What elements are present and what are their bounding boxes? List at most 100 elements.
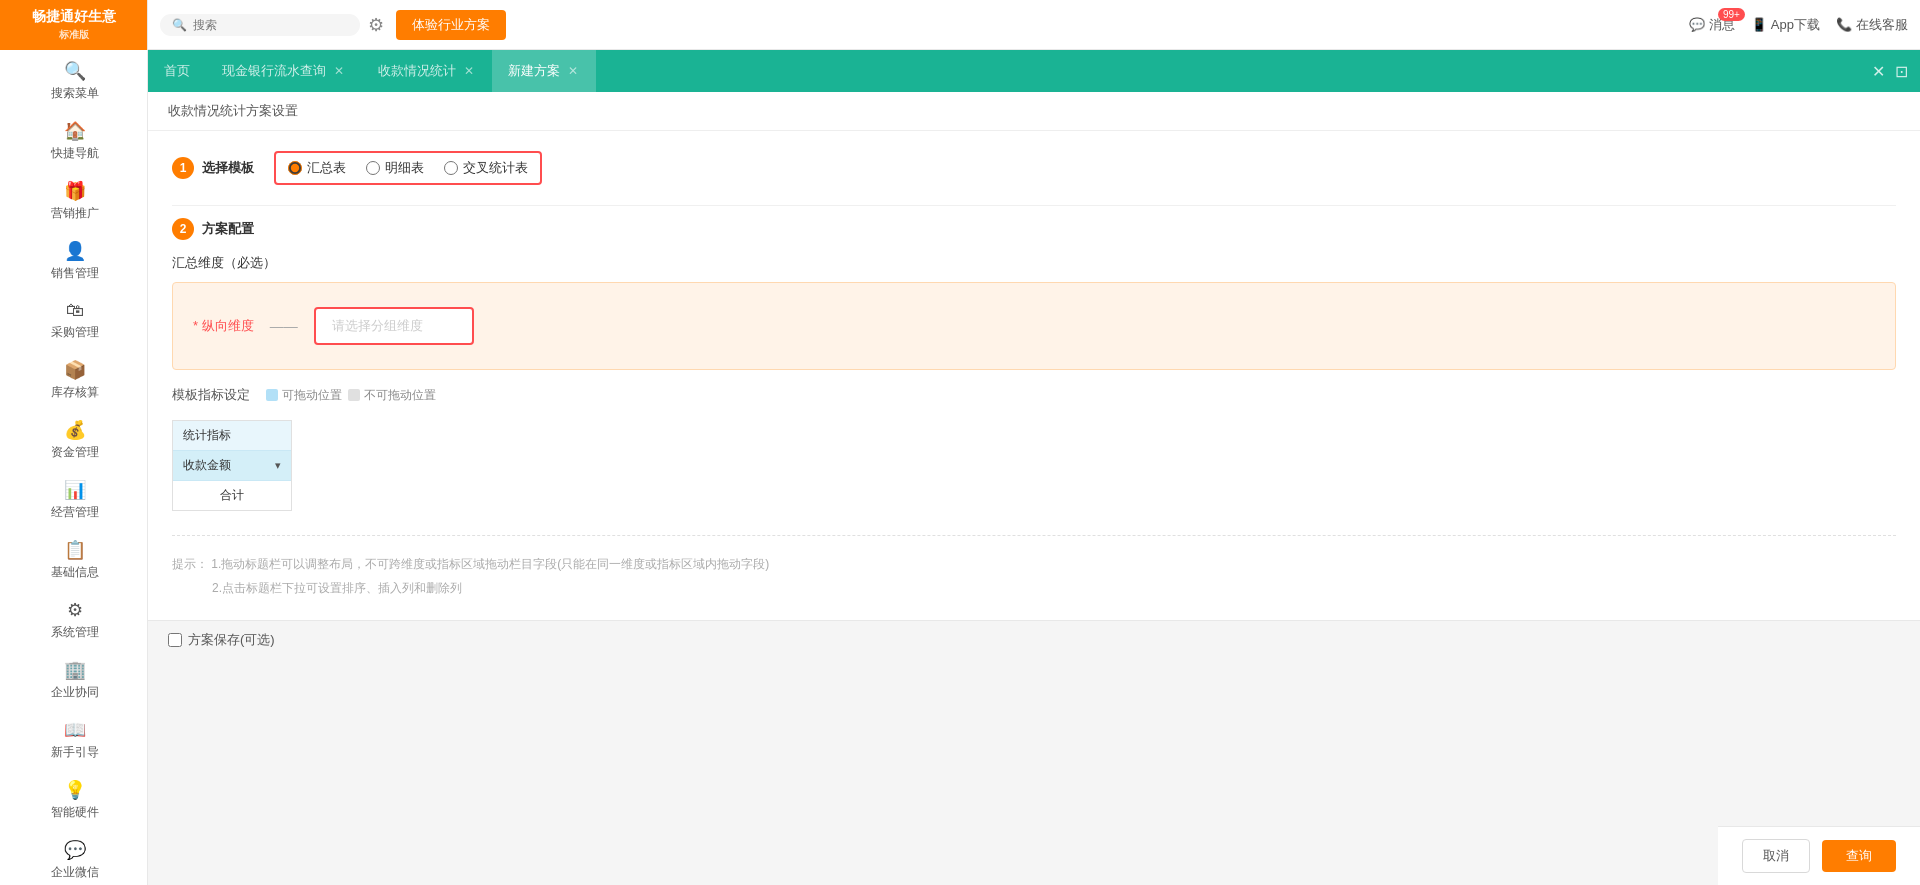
sidebar-item-purchase[interactable]: 🛍 采购管理 — [0, 290, 147, 349]
app-download-item[interactable]: 📱 App下载 — [1751, 16, 1820, 34]
indicator-settings: 模板指标设定 可拖动位置 不可拖动位置 — [172, 386, 1896, 511]
amount-column-header[interactable]: 收款金额 ▾ — [173, 451, 291, 481]
sidebar-item-sales[interactable]: 👤 销售管理 — [0, 230, 147, 290]
sidebar-item-label: 企业微信 — [51, 864, 99, 881]
sidebar-item-guide[interactable]: 📖 新手引导 — [0, 709, 147, 769]
sidebar-item-label: 资金管理 — [51, 444, 99, 461]
query-button[interactable]: 查询 — [1822, 840, 1896, 872]
page-title-text: 收款情况统计方案设置 — [168, 103, 298, 118]
sidebar-item-enterprise[interactable]: 🏢 企业协同 — [0, 649, 147, 709]
tab-receipt-stats[interactable]: 收款情况统计 ✕ — [362, 50, 492, 92]
amount-header-text: 收款金额 — [183, 457, 231, 474]
step1-badge: 1 — [172, 157, 194, 179]
page-title: 收款情况统计方案设置 — [148, 92, 1920, 131]
sidebar-item-label: 经营管理 — [51, 504, 99, 521]
radio-summary-input[interactable] — [288, 161, 302, 175]
sidebar-item-label: 快捷导航 — [51, 145, 99, 162]
radio-cross-label: 交叉统计表 — [463, 159, 528, 177]
fixed-dot — [348, 389, 360, 401]
step2-badge: 2 — [172, 218, 194, 240]
main-area: 🔍 ⚙ 体验行业方案 💬 消息 99+ 📱 App下载 📞 在线客服 首页 — [148, 0, 1920, 885]
search-menu-icon: 🔍 — [64, 60, 86, 82]
dimension-area: * 纵向维度 —— 请选择分组维度 — [172, 282, 1896, 370]
tip-line2: 2.点击标题栏下拉可设置排序、插入列和删除列 — [172, 576, 1896, 600]
sidebar-item-wechat[interactable]: 💬 企业微信 — [0, 829, 147, 885]
sidebar-item-search-menu[interactable]: 🔍 搜索菜单 — [0, 50, 147, 110]
dimension-select[interactable]: 请选择分组维度 — [314, 307, 474, 345]
summary-dimension-title: 汇总维度（必选） — [172, 254, 1896, 272]
sidebar-item-quick-nav[interactable]: 🏠 快捷导航 — [0, 110, 147, 170]
money-icon: 💰 — [64, 419, 86, 441]
tab-receipt-stats-close[interactable]: ✕ — [462, 62, 476, 80]
sidebar-item-hardware[interactable]: 💡 智能硬件 — [0, 769, 147, 829]
tab-bank-flow[interactable]: 现金银行流水查询 ✕ — [206, 50, 362, 92]
tab-bank-flow-close[interactable]: ✕ — [332, 62, 346, 80]
sidebar-nav: 🔍 搜索菜单 🏠 快捷导航 🎁 营销推广 👤 销售管理 🛍 采购管理 📦 库存核… — [0, 50, 147, 885]
book-icon: 📖 — [64, 719, 86, 741]
total-label: 合计 — [220, 488, 244, 502]
support-label: 在线客服 — [1856, 16, 1908, 34]
bulb-icon: 💡 — [64, 779, 86, 801]
dropdown-arrow-icon[interactable]: ▾ — [275, 459, 281, 472]
template-selection-box: 汇总表 明细表 交叉统计表 — [274, 151, 542, 185]
footer-buttons: 取消 查询 — [1718, 826, 1920, 885]
tab-new-plan[interactable]: 新建方案 ✕ — [492, 50, 596, 92]
sidebar-item-system[interactable]: ⚙ 系统管理 — [0, 589, 147, 649]
save-checkbox-area: 方案保存(可选) — [168, 631, 275, 649]
stats-section-title: 统计指标 — [183, 427, 231, 444]
summary-dimension-title-text: 汇总维度（必选） — [172, 255, 276, 270]
sidebar-item-label: 系统管理 — [51, 624, 99, 641]
sidebar-item-inventory[interactable]: 📦 库存核算 — [0, 349, 147, 409]
tabbar-actions: ✕ ⊡ — [1860, 50, 1920, 92]
bag-icon: 🛍 — [66, 300, 84, 321]
tab-new-plan-label: 新建方案 — [508, 62, 560, 80]
notifications-item[interactable]: 💬 消息 99+ — [1689, 16, 1735, 34]
sidebar-item-marketing[interactable]: 🎁 营销推广 — [0, 170, 147, 230]
radio-cross-input[interactable] — [444, 161, 458, 175]
fixed-label: 不可拖动位置 — [364, 387, 436, 404]
tab-home-label: 首页 — [164, 62, 190, 80]
support-item[interactable]: 📞 在线客服 — [1836, 16, 1908, 34]
user-icon: 👤 — [64, 240, 86, 262]
step2-label: 方案配置 — [202, 220, 254, 238]
radio-summary[interactable]: 汇总表 — [288, 159, 346, 177]
amount-total-cell: 合计 — [173, 481, 291, 510]
content-area: 收款情况统计方案设置 1 选择模板 汇总表 明细表 — [148, 92, 1920, 885]
save-plan-label: 方案保存(可选) — [188, 631, 275, 649]
sidebar-item-finance[interactable]: 💰 资金管理 — [0, 409, 147, 469]
tab-maximize-icon[interactable]: ⊡ — [1895, 62, 1908, 81]
sidebar-item-label: 企业协同 — [51, 684, 99, 701]
notification-icon: 💬 — [1689, 17, 1705, 32]
tip-line1: 提示： 1.拖动标题栏可以调整布局，不可跨维度或指标区域拖动栏目字段(只能在同一… — [172, 552, 1896, 576]
indicator-title-text: 模板指标设定 — [172, 386, 250, 404]
indicator-legend: 可拖动位置 不可拖动位置 — [266, 387, 436, 404]
radio-detail[interactable]: 明细表 — [366, 159, 424, 177]
dimension-placeholder: 请选择分组维度 — [332, 318, 423, 333]
step1-label: 选择模板 — [202, 159, 254, 177]
sidebar-logo: 畅捷通好生意 标准版 — [0, 0, 147, 50]
save-plan-checkbox[interactable] — [168, 633, 182, 647]
vertical-dimension-label: * 纵向维度 — [193, 317, 254, 335]
sidebar-item-operations[interactable]: 📊 经营管理 — [0, 469, 147, 529]
tab-new-plan-close[interactable]: ✕ — [566, 62, 580, 80]
sidebar-item-label: 销售管理 — [51, 265, 99, 282]
dimension-arrow: —— — [270, 318, 298, 334]
trial-button[interactable]: 体验行业方案 — [396, 10, 506, 40]
cancel-button[interactable]: 取消 — [1742, 839, 1810, 873]
tab-close-all-icon[interactable]: ✕ — [1872, 62, 1885, 81]
topbar-right: 💬 消息 99+ 📱 App下载 📞 在线客服 — [1689, 16, 1908, 34]
gift-icon: 🎁 — [64, 180, 86, 202]
settings-icon[interactable]: ⚙ — [368, 14, 384, 36]
radio-detail-input[interactable] — [366, 161, 380, 175]
tabbar: 首页 现金银行流水查询 ✕ 收款情况统计 ✕ 新建方案 ✕ ✕ ⊡ — [148, 50, 1920, 92]
radio-summary-label: 汇总表 — [307, 159, 346, 177]
form-container: 1 选择模板 汇总表 明细表 交叉统计表 — [148, 131, 1920, 620]
stats-table-header: 统计指标 — [173, 421, 291, 451]
radio-detail-label: 明细表 — [385, 159, 424, 177]
sidebar-item-label: 基础信息 — [51, 564, 99, 581]
tab-home[interactable]: 首页 — [148, 50, 206, 92]
sidebar-item-basic-info[interactable]: 📋 基础信息 — [0, 529, 147, 589]
search-input[interactable] — [193, 18, 343, 32]
radio-cross[interactable]: 交叉统计表 — [444, 159, 528, 177]
divider-1 — [172, 205, 1896, 206]
